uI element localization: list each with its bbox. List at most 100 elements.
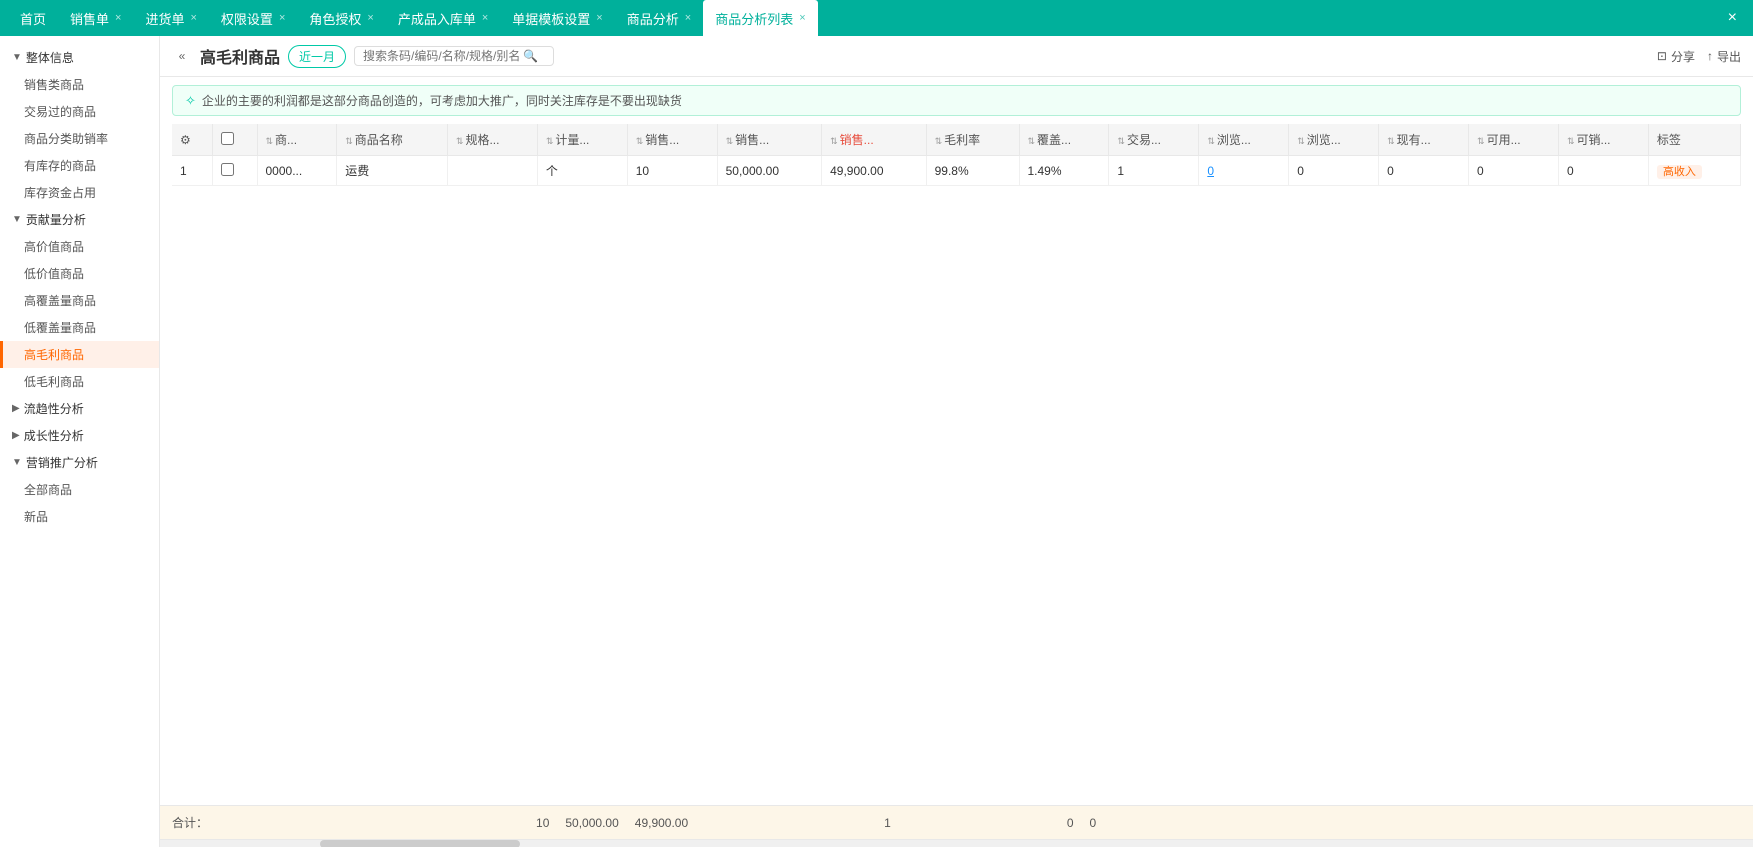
sidebar-item-low-coverage[interactable]: 低覆盖量商品 bbox=[0, 314, 159, 341]
main-container: ▼ 整体信息 销售类商品 交易过的商品 商品分类助销率 有库存的商品 库存资金占… bbox=[0, 36, 1753, 847]
close-permission[interactable]: × bbox=[279, 12, 285, 24]
cell-view1[interactable]: 0 bbox=[1199, 156, 1289, 186]
nav-sales-order[interactable]: 销售单 × bbox=[58, 0, 133, 36]
cell-spec bbox=[447, 156, 537, 186]
close-production-inbound[interactable]: × bbox=[482, 12, 488, 24]
close-sales-order[interactable]: × bbox=[115, 12, 121, 24]
sidebar-item-traded-goods[interactable]: 交易过的商品 bbox=[0, 98, 159, 125]
cell-coverage: 1.49% bbox=[1019, 156, 1109, 186]
footer-sales-profit: 49,900.00 bbox=[627, 816, 696, 830]
cell-index: 1 bbox=[172, 156, 212, 186]
export-icon: ↑ bbox=[1707, 49, 1713, 63]
close-template-settings[interactable]: × bbox=[596, 12, 602, 24]
cell-view2: 0 bbox=[1289, 156, 1379, 186]
select-all-checkbox[interactable] bbox=[221, 132, 234, 145]
col-gross-margin[interactable]: ⇅毛利率 bbox=[926, 124, 1019, 156]
sidebar-group-marketing[interactable]: ▼ 营销推广分析 bbox=[0, 449, 159, 476]
horizontal-scrollbar[interactable] bbox=[160, 839, 1753, 847]
nav-production-inbound[interactable]: 产成品入库单 × bbox=[386, 0, 500, 36]
col-sales-profit[interactable]: ⇅销售... bbox=[822, 124, 927, 156]
search-box: 🔍 bbox=[354, 46, 554, 66]
col-spec[interactable]: ⇅规格... bbox=[447, 124, 537, 156]
export-button[interactable]: ↑ 导出 bbox=[1707, 48, 1741, 65]
sidebar-item-all-goods[interactable]: 全部商品 bbox=[0, 476, 159, 503]
col-current[interactable]: ⇅现有... bbox=[1379, 124, 1469, 156]
cell-code: 0000... bbox=[257, 156, 337, 186]
close-product-analysis-list[interactable]: × bbox=[799, 12, 805, 24]
sidebar-item-sales-goods[interactable]: 销售类商品 bbox=[0, 71, 159, 98]
nav-product-analysis-list[interactable]: 商品分析列表 × bbox=[703, 0, 817, 36]
cell-current: 0 bbox=[1379, 156, 1469, 186]
col-trade[interactable]: ⇅交易... bbox=[1109, 124, 1199, 156]
footer-trade: 1 bbox=[876, 816, 899, 830]
table-footer: 合计： 10 50,000.00 49,900.00 1 0 0 bbox=[160, 805, 1753, 839]
page-title: 高毛利商品 bbox=[200, 44, 280, 68]
info-banner: ✧ 企业的主要的利润都是这部分商品创造的，可考虑加大推广，同时关注库存是不要出现… bbox=[172, 85, 1741, 116]
sidebar-group-overall[interactable]: ▼ 整体信息 bbox=[0, 44, 159, 71]
cell-sales-amount: 50,000.00 bbox=[717, 156, 822, 186]
cell-gross-margin: 99.8% bbox=[926, 156, 1019, 186]
close-purchase-order[interactable]: × bbox=[190, 12, 196, 24]
col-view2[interactable]: ⇅浏览... bbox=[1289, 124, 1379, 156]
arrow-right-icon-2: ▶ bbox=[12, 430, 20, 441]
sidebar-item-high-margin[interactable]: 高毛利商品 bbox=[0, 341, 159, 368]
cell-sales-count: 10 bbox=[627, 156, 717, 186]
time-filter-button[interactable]: 近一月 bbox=[288, 45, 346, 68]
footer-sales-amount: 50,000.00 bbox=[557, 816, 626, 830]
content-area: « 高毛利商品 近一月 🔍 ⊡ 分享 ↑ 导出 ✧ 企业的主要的利润都是这部 bbox=[160, 36, 1753, 847]
share-button[interactable]: ⊡ 分享 bbox=[1657, 48, 1695, 65]
nav-template-settings[interactable]: 单据模板设置 × bbox=[500, 0, 614, 36]
nav-purchase-order[interactable]: 进货单 × bbox=[133, 0, 208, 36]
col-sales-amount[interactable]: ⇅销售... bbox=[717, 124, 822, 156]
sidebar-group-trend[interactable]: ▶ 流趋性分析 bbox=[0, 395, 159, 422]
sidebar-item-high-coverage[interactable]: 高覆盖量商品 bbox=[0, 287, 159, 314]
col-settings[interactable]: ⚙ bbox=[172, 124, 212, 156]
nav-permission[interactable]: 权限设置 × bbox=[209, 0, 297, 36]
table-row: 1 0000... 运费 个 10 50,000.00 49,900.00 99… bbox=[172, 156, 1741, 186]
search-input[interactable] bbox=[363, 49, 523, 63]
col-coverage[interactable]: ⇅覆盖... bbox=[1019, 124, 1109, 156]
nav-home[interactable]: 首页 bbox=[8, 0, 58, 36]
col-tag[interactable]: 标签 bbox=[1648, 124, 1740, 156]
sidebar-item-high-value[interactable]: 高价值商品 bbox=[0, 233, 159, 260]
sidebar-item-low-value[interactable]: 低价值商品 bbox=[0, 260, 159, 287]
search-icon[interactable]: 🔍 bbox=[523, 49, 538, 63]
footer-sales-count: 10 bbox=[528, 816, 557, 830]
sidebar-item-low-margin[interactable]: 低毛利商品 bbox=[0, 368, 159, 395]
col-name[interactable]: ⇅商品名称 bbox=[337, 124, 448, 156]
nav-product-analysis[interactable]: 商品分析 × bbox=[615, 0, 703, 36]
col-view1[interactable]: ⇅浏览... bbox=[1199, 124, 1289, 156]
footer-available: 0 bbox=[1082, 816, 1105, 830]
col-checkbox[interactable] bbox=[212, 124, 257, 156]
sidebar-group-growth[interactable]: ▶ 成长性分析 bbox=[0, 422, 159, 449]
footer-current: 0 bbox=[1059, 816, 1082, 830]
sidebar-item-category-rate[interactable]: 商品分类助销率 bbox=[0, 125, 159, 152]
sidebar-group-contribution[interactable]: ▼ 贡献量分析 bbox=[0, 206, 159, 233]
cell-available: 0 bbox=[1469, 156, 1559, 186]
close-product-analysis[interactable]: × bbox=[685, 12, 691, 24]
close-role[interactable]: × bbox=[367, 12, 373, 24]
col-available[interactable]: ⇅可用... bbox=[1469, 124, 1559, 156]
footer-label: 合计： bbox=[172, 814, 208, 831]
sidebar-item-stock-capital[interactable]: 库存资金占用 bbox=[0, 179, 159, 206]
nav-role[interactable]: 角色授权 × bbox=[297, 0, 385, 36]
col-unit[interactable]: ⇅计量... bbox=[537, 124, 627, 156]
table-wrapper[interactable]: ⚙ ⇅商... ⇅商品名称 ⇅规格... ⇅计量... ⇅销售... ⇅销售..… bbox=[160, 124, 1753, 805]
cell-sales-profit: 49,900.00 bbox=[822, 156, 927, 186]
col-code[interactable]: ⇅商... bbox=[257, 124, 337, 156]
sidebar: ▼ 整体信息 销售类商品 交易过的商品 商品分类助销率 有库存的商品 库存资金占… bbox=[0, 36, 160, 847]
arrow-down-icon-2: ▼ bbox=[12, 214, 22, 225]
sidebar-item-new-goods[interactable]: 新品 bbox=[0, 503, 159, 530]
sidebar-item-in-stock[interactable]: 有库存的商品 bbox=[0, 152, 159, 179]
global-close-button[interactable]: × bbox=[1720, 9, 1745, 27]
row-checkbox[interactable] bbox=[221, 163, 234, 176]
collapse-sidebar-button[interactable]: « bbox=[172, 46, 192, 66]
col-saleable[interactable]: ⇅可销... bbox=[1558, 124, 1648, 156]
scrollbar-thumb[interactable] bbox=[320, 840, 520, 847]
col-sales-count[interactable]: ⇅销售... bbox=[627, 124, 717, 156]
top-navigation: 首页 销售单 × 进货单 × 权限设置 × 角色授权 × 产成品入库单 × 单据… bbox=[0, 0, 1753, 36]
cell-unit: 个 bbox=[537, 156, 627, 186]
product-table: ⚙ ⇅商... ⇅商品名称 ⇅规格... ⇅计量... ⇅销售... ⇅销售..… bbox=[172, 124, 1741, 186]
cell-trade: 1 bbox=[1109, 156, 1199, 186]
cell-checkbox[interactable] bbox=[212, 156, 257, 186]
